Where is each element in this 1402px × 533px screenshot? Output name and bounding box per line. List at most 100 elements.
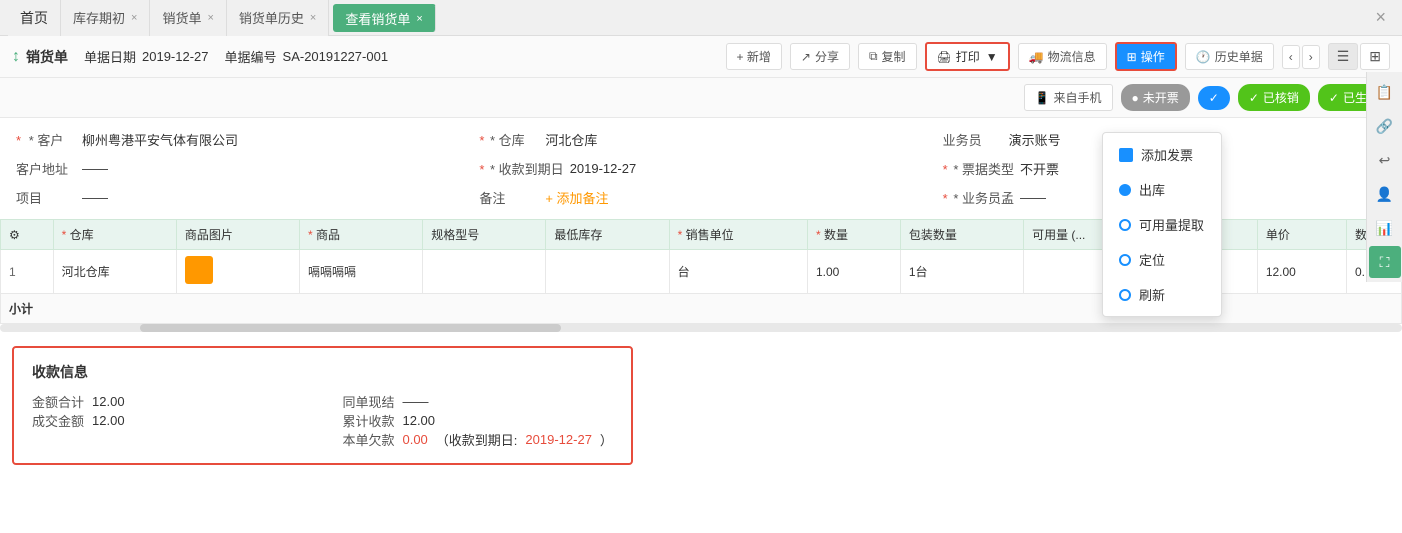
grid-view-button[interactable]: ⊞ — [1360, 43, 1390, 70]
tab-sales-history[interactable]: 销货单历史 × — [227, 0, 329, 36]
prev-record-button[interactable]: ‹ — [1282, 45, 1300, 69]
number-value: SA-20191227-001 — [283, 49, 389, 64]
right-icon-expand[interactable]: ⛶ — [1369, 246, 1401, 278]
history-button[interactable]: 🕐 历史单据 — [1185, 43, 1274, 70]
from-phone-label: 来自手机 — [1054, 89, 1102, 106]
row-product-img — [176, 250, 299, 294]
scrollbar-thumb[interactable] — [140, 324, 561, 332]
available-extract-label: 可用量提取 — [1139, 215, 1204, 234]
row-warehouse: 河北仓库 — [53, 250, 176, 294]
outbound-icon — [1119, 184, 1131, 196]
col-settings[interactable]: ⚙ — [1, 220, 54, 250]
col-warehouse: * 仓库 — [53, 220, 176, 250]
col-pack-qty: 包装数量 — [900, 220, 1023, 250]
warehouse-label: * * 仓库 — [479, 130, 539, 149]
refresh-icon — [1119, 289, 1131, 301]
print-button[interactable]: 🖨 打印 ▼ — [925, 42, 1010, 71]
overdue-note: （收款到期日: — [436, 430, 518, 449]
form-number-meta: 单据编号 SA-20191227-001 — [225, 47, 389, 66]
row-pack-qty: 1台 — [900, 250, 1023, 294]
right-icon-3[interactable]: ↩ — [1369, 144, 1401, 176]
transaction-value: 12.00 — [92, 413, 125, 428]
confirm-icon: ✓ — [1209, 91, 1219, 105]
right-icon-1[interactable]: 📋 — [1369, 76, 1401, 108]
cumulative-label: 累计收款 — [342, 411, 394, 430]
due-date-value: 2019-12-27 — [570, 161, 637, 176]
tab-inventory[interactable]: 库存期初 × — [61, 0, 150, 36]
tab-bar-close-button[interactable]: × — [1367, 7, 1394, 28]
form-title-area: ↕ 销货单 — [12, 47, 68, 67]
overdue-date: 2019-12-27 — [525, 432, 592, 447]
cumulative-row: 累计收款 12.00 — [342, 411, 612, 430]
operations-icon: ⊞ — [1127, 50, 1137, 64]
secondary-toolbar: 📱 来自手机 ● 未开票 ✓ ✓ 已核销 ✓ 已生效 — [0, 78, 1402, 118]
sales-staff-value: —— — [1020, 190, 1046, 205]
nav-arrows: ‹ › — [1282, 45, 1320, 69]
new-button[interactable]: + 新增 — [726, 43, 782, 70]
cancelled-icon: ✓ — [1249, 91, 1259, 105]
col-product-img: 商品图片 — [176, 220, 299, 250]
available-extract-item[interactable]: 可用量提取 — [1103, 207, 1221, 242]
outbound-label: 出库 — [1139, 180, 1165, 199]
row-product: 嗝嗝嗝嗝 — [300, 250, 423, 294]
unopened-button[interactable]: ● 未开票 — [1121, 84, 1190, 111]
locate-item[interactable]: 定位 — [1103, 242, 1221, 277]
copy-label: 复制 — [882, 48, 906, 65]
tab-home[interactable]: 首页 — [8, 0, 61, 36]
right-icon-2[interactable]: 🔗 — [1369, 110, 1401, 142]
outbound-item[interactable]: 出库 — [1103, 172, 1221, 207]
operations-button[interactable]: ⊞ 操作 — [1115, 42, 1177, 71]
next-record-button[interactable]: › — [1302, 45, 1320, 69]
col-quantity: * 数量 — [807, 220, 900, 250]
tab-view-sales[interactable]: 查看销货单 × — [333, 4, 435, 32]
col-spec: 规格型号 — [423, 220, 546, 250]
add-note-button[interactable]: 添加备注 — [545, 188, 608, 207]
share-button[interactable]: ↗ 分享 — [790, 43, 850, 70]
copy-button[interactable]: ⧉ 复制 — [858, 43, 917, 70]
tab-sales-close[interactable]: × — [207, 12, 213, 24]
overdue-close: ） — [600, 430, 613, 449]
toolbar: + 新增 ↗ 分享 ⧉ 复制 🖨 打印 ▼ 🚚 物流信息 ⊞ 操作 — [726, 42, 1390, 71]
due-date-field: * * 收款到期日 2019-12-27 — [479, 159, 922, 178]
warehouse-field: * * 仓库 河北仓库 — [479, 130, 922, 149]
transaction-row: 成交金额 12.00 — [32, 411, 302, 430]
cancelled-button[interactable]: ✓ 已核销 — [1238, 84, 1310, 111]
note-label: 备注 — [479, 188, 539, 207]
tab-sales[interactable]: 销货单 × — [150, 0, 226, 36]
add-invoice-item[interactable]: 添加发票 — [1103, 137, 1221, 172]
share-label: 分享 — [815, 48, 839, 65]
tab-sales-history-close[interactable]: × — [310, 12, 316, 24]
from-phone-button[interactable]: 📱 来自手机 — [1024, 84, 1113, 111]
product-image — [185, 256, 213, 284]
tab-inventory-close[interactable]: × — [131, 12, 137, 24]
confirm-button[interactable]: ✓ — [1198, 86, 1230, 110]
refresh-item[interactable]: 刷新 — [1103, 277, 1221, 312]
project-label: 项目 — [16, 188, 76, 207]
overdue-row: 本单欠款 0.00 （收款到期日: 2019-12-27 ） — [342, 430, 612, 449]
list-view-button[interactable]: ☰ — [1328, 43, 1359, 70]
tab-bar: 首页 库存期初 × 销货单 × 销货单历史 × 查看销货单 × × — [0, 0, 1402, 36]
right-icon-4[interactable]: 👤 — [1369, 178, 1401, 210]
history-icon: 🕐 — [1196, 50, 1211, 64]
tab-view-sales-close[interactable]: × — [416, 13, 422, 25]
overdue-value: 0.00 — [402, 432, 427, 447]
row-index: 1 — [1, 250, 54, 294]
tab-view-sales-label: 查看销货单 — [345, 9, 410, 28]
payment-title: 收款信息 — [32, 362, 613, 382]
right-icon-panel: 📋 🔗 ↩ 👤 📊 ⛶ — [1366, 72, 1402, 282]
logistics-button[interactable]: 🚚 物流信息 — [1018, 43, 1107, 70]
available-extract-icon — [1119, 219, 1131, 231]
row-unit-price: 12.00 — [1257, 250, 1346, 294]
view-toggle: ☰ ⊞ — [1328, 43, 1390, 70]
date-label: 单据日期 — [84, 47, 136, 66]
form-header: ↕ 销货单 单据日期 2019-12-27 单据编号 SA-20191227-0… — [0, 36, 1402, 78]
project-value: —— — [82, 190, 108, 205]
warehouse-value: 河北仓库 — [545, 130, 597, 149]
table-scrollbar[interactable] — [0, 324, 1402, 332]
right-icon-5[interactable]: 📊 — [1369, 212, 1401, 244]
logistics-icon: 🚚 — [1029, 50, 1044, 64]
row-spec — [423, 250, 546, 294]
address-value: —— — [82, 161, 108, 176]
same-settlement-label: 同单现结 — [342, 392, 394, 411]
print-dropdown-arrow[interactable]: ▼ — [986, 50, 998, 64]
